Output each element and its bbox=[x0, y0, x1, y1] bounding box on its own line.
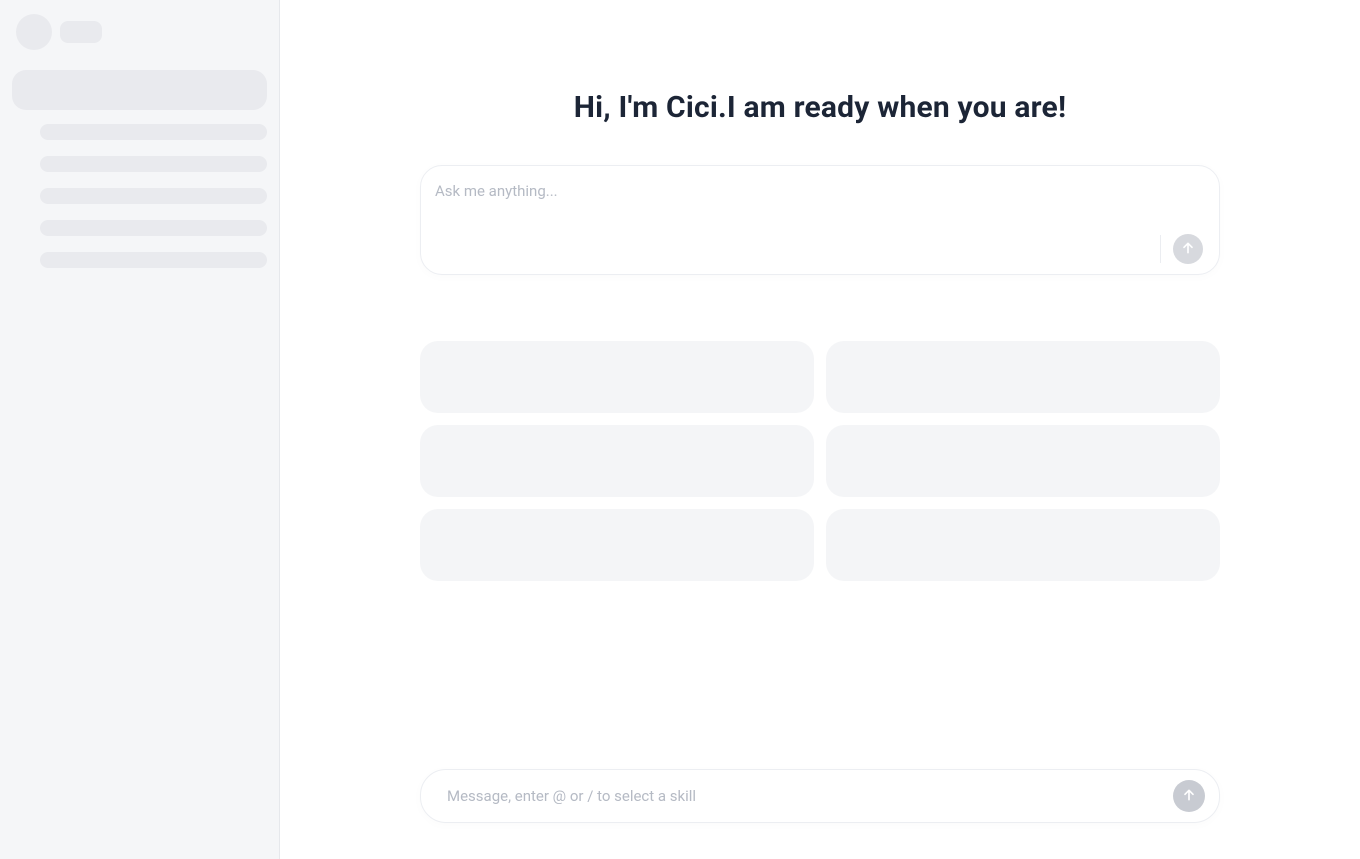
suggestion-skeleton bbox=[826, 341, 1220, 413]
main: Hi, I'm Cici.I am ready when you are! bbox=[280, 0, 1360, 859]
suggestion-skeleton bbox=[826, 509, 1220, 581]
arrow-up-icon bbox=[1181, 787, 1197, 806]
sidebar-header bbox=[12, 14, 267, 50]
send-button[interactable] bbox=[1173, 234, 1203, 264]
ask-input[interactable] bbox=[435, 180, 1203, 234]
sidebar-subitem-skeleton bbox=[40, 220, 267, 236]
main-content: Hi, I'm Cici.I am ready when you are! bbox=[420, 0, 1220, 581]
message-input[interactable] bbox=[447, 787, 1173, 805]
suggestion-skeleton bbox=[826, 425, 1220, 497]
ask-divider bbox=[1160, 235, 1161, 263]
name-skeleton bbox=[60, 21, 102, 43]
sidebar-subitem-skeleton bbox=[40, 156, 267, 172]
suggestion-skeleton bbox=[420, 509, 814, 581]
suggestion-skeleton bbox=[420, 425, 814, 497]
sidebar-item-skeleton bbox=[12, 70, 267, 110]
sidebar-subitem-skeleton bbox=[40, 124, 267, 140]
sidebar-subitem-skeleton bbox=[40, 188, 267, 204]
sidebar bbox=[0, 0, 280, 859]
greeting-title: Hi, I'm Cici.I am ready when you are! bbox=[574, 90, 1067, 125]
avatar-skeleton bbox=[16, 14, 52, 50]
ask-box-footer bbox=[435, 234, 1203, 264]
arrow-up-icon bbox=[1180, 240, 1196, 259]
sidebar-subitem-skeleton bbox=[40, 252, 267, 268]
suggestions-grid bbox=[420, 341, 1220, 581]
suggestion-skeleton bbox=[420, 341, 814, 413]
bottom-message-bar[interactable] bbox=[420, 769, 1220, 823]
ask-box[interactable] bbox=[420, 165, 1220, 275]
bottom-send-button[interactable] bbox=[1173, 780, 1205, 812]
